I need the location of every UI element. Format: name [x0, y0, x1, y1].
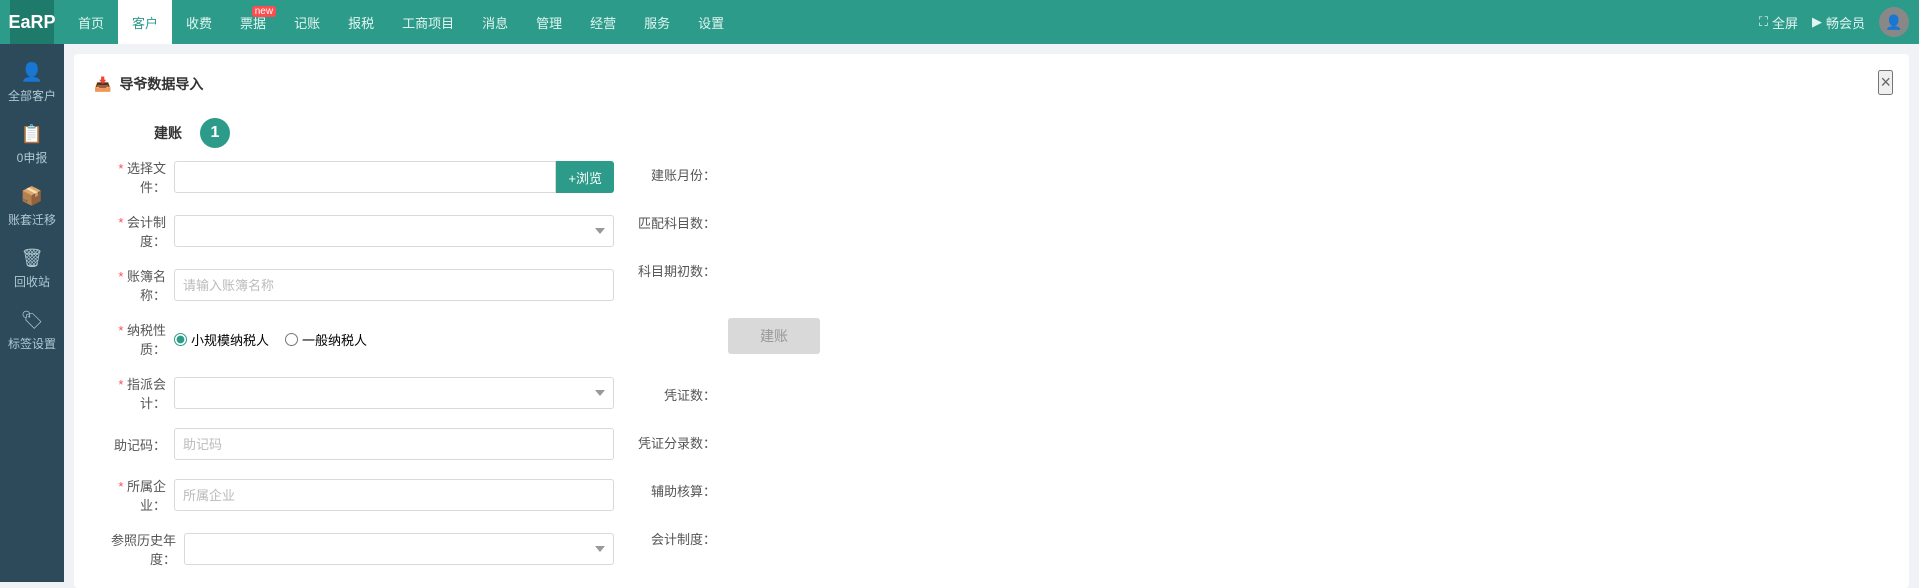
member-icon: ▶: [1812, 14, 1822, 30]
voucher-count-row: 凭证数：: [634, 378, 914, 410]
main-content: 📥 导爷数据导入 × 建账 1 * 选择文件：: [64, 44, 1919, 582]
browse-button[interactable]: +浏览: [556, 161, 614, 193]
accounting-system-info-row: 会计制度：: [634, 522, 914, 554]
nav-bookkeeping[interactable]: 记账: [280, 0, 334, 44]
general-taxpayer-radio[interactable]: 一般纳税人: [285, 330, 367, 349]
voucher-entries-row: 凭证分录数：: [634, 426, 914, 458]
all-customers-icon: 👤: [21, 62, 43, 83]
match-subjects-label: 匹配科目数：: [634, 213, 724, 232]
import-icon: 📥: [94, 76, 111, 93]
form-right: 建账月份： 匹配科目数： 科目期初数： 建账: [634, 158, 914, 568]
sidebar-item-tags[interactable]: 🏷 标签设置: [0, 302, 64, 360]
aux-accounting-label: 辅助核算：: [634, 481, 724, 500]
nav-service[interactable]: 服务: [630, 0, 684, 44]
small-taxpayer-radio[interactable]: 小规模纳税人: [174, 330, 269, 349]
company-input[interactable]: [174, 479, 614, 511]
build-month-label: 建账月份：: [634, 165, 724, 184]
memo-input[interactable]: [174, 428, 614, 460]
app-logo: EaRP: [10, 0, 54, 44]
member-btn[interactable]: ▶ 畅会员: [1812, 13, 1865, 32]
memo-row: 助记码：: [94, 428, 614, 460]
sidebar-item-recycle[interactable]: 🗑 回收站: [0, 240, 64, 298]
step-label: 建账 1: [154, 118, 1889, 148]
initial-amount-label: 科目期初数：: [634, 261, 724, 280]
nav-operation[interactable]: 经营: [576, 0, 630, 44]
voucher-entries-label: 凭证分录数：: [634, 433, 724, 452]
page-body: 📥 导爷数据导入 × 建账 1 * 选择文件：: [74, 54, 1909, 588]
tax-type-row: * 纳税性质： 小规模纳税人 一般纳税人: [94, 320, 614, 358]
page-title: 📥 导爷数据导入: [94, 74, 1889, 94]
company-row: * 所属企业：: [94, 476, 614, 514]
accounting-system-label: * 会计制度：: [94, 212, 174, 250]
sidebar: 👤 全部客户 📋 0申报 📦 账套迁移 🗑 回收站 🏷 标签设置: [0, 44, 64, 582]
nav-business[interactable]: 工商项目: [388, 0, 468, 44]
close-button[interactable]: ×: [1878, 70, 1893, 95]
aux-accounting-row: 辅助核算：: [634, 474, 914, 506]
step-circle: 1: [200, 118, 230, 148]
nav-right: ⛶ 全屏 ▶ 畅会员 👤: [1759, 7, 1909, 37]
sidebar-item-zero-filing[interactable]: 📋 0申报: [0, 116, 64, 174]
accountant-label: * 指派会计：: [94, 374, 174, 412]
top-nav: EaRP 首页 客户 收费 票据 new 记账 报税 工商项目 消息 管理 经营…: [0, 0, 1919, 44]
match-subjects-row: 匹配科目数：: [634, 206, 914, 238]
company-label: * 所属企业：: [94, 476, 174, 514]
initial-amount-row: 科目期初数：: [634, 254, 914, 286]
build-month-row: 建账月份：: [634, 158, 914, 190]
recycle-icon: 🗑: [21, 248, 44, 269]
fullscreen-icon: ⛶: [1759, 14, 1768, 30]
build-account-button[interactable]: 建账: [728, 318, 820, 354]
file-row: * 选择文件： +浏览: [94, 158, 614, 196]
sidebar-item-account-migration[interactable]: 📦 账套迁移: [0, 178, 64, 236]
tax-type-radio-group: 小规模纳税人 一般纳税人: [174, 330, 367, 349]
migration-icon: 📦: [21, 186, 43, 207]
nav-management[interactable]: 管理: [522, 0, 576, 44]
fullscreen-btn[interactable]: ⛶ 全屏: [1759, 13, 1798, 32]
zero-filing-icon: 📋: [21, 124, 43, 145]
ledger-name-input[interactable]: [174, 269, 614, 301]
tags-icon: 🏷: [21, 310, 44, 331]
history-year-select[interactable]: [184, 533, 614, 565]
nav-tickets[interactable]: 票据 new: [226, 0, 280, 44]
form-left: * 选择文件： +浏览 * 会计制度：: [94, 158, 614, 568]
history-year-label: 参照历史年度：: [94, 530, 184, 568]
nav-message[interactable]: 消息: [468, 0, 522, 44]
new-badge: new: [252, 6, 276, 17]
form-layout: * 选择文件： +浏览 * 会计制度：: [94, 158, 1889, 568]
ledger-name-label: * 账簿名称：: [94, 266, 174, 304]
sidebar-item-all-customers[interactable]: 👤 全部客户: [0, 54, 64, 112]
avatar[interactable]: 👤: [1879, 7, 1909, 37]
nav-fees[interactable]: 收费: [172, 0, 226, 44]
accountant-select[interactable]: [174, 377, 614, 409]
memo-label: 助记码：: [94, 435, 174, 454]
file-label: * 选择文件：: [94, 158, 174, 196]
accounting-system-row: * 会计制度：: [94, 212, 614, 250]
accountant-row: * 指派会计：: [94, 374, 614, 412]
nav-customers[interactable]: 客户: [118, 0, 172, 44]
voucher-count-label: 凭证数：: [634, 385, 724, 404]
nav-settings[interactable]: 设置: [684, 0, 738, 44]
file-input[interactable]: [174, 161, 556, 193]
nav-home[interactable]: 首页: [64, 0, 118, 44]
ledger-name-row: * 账簿名称：: [94, 266, 614, 304]
tax-type-label: * 纳税性质：: [94, 320, 174, 358]
accounting-system-select[interactable]: [174, 215, 614, 247]
history-year-row: 参照历史年度：: [94, 530, 614, 568]
accounting-system-info-label: 会计制度：: [634, 529, 724, 548]
nav-tax[interactable]: 报税: [334, 0, 388, 44]
